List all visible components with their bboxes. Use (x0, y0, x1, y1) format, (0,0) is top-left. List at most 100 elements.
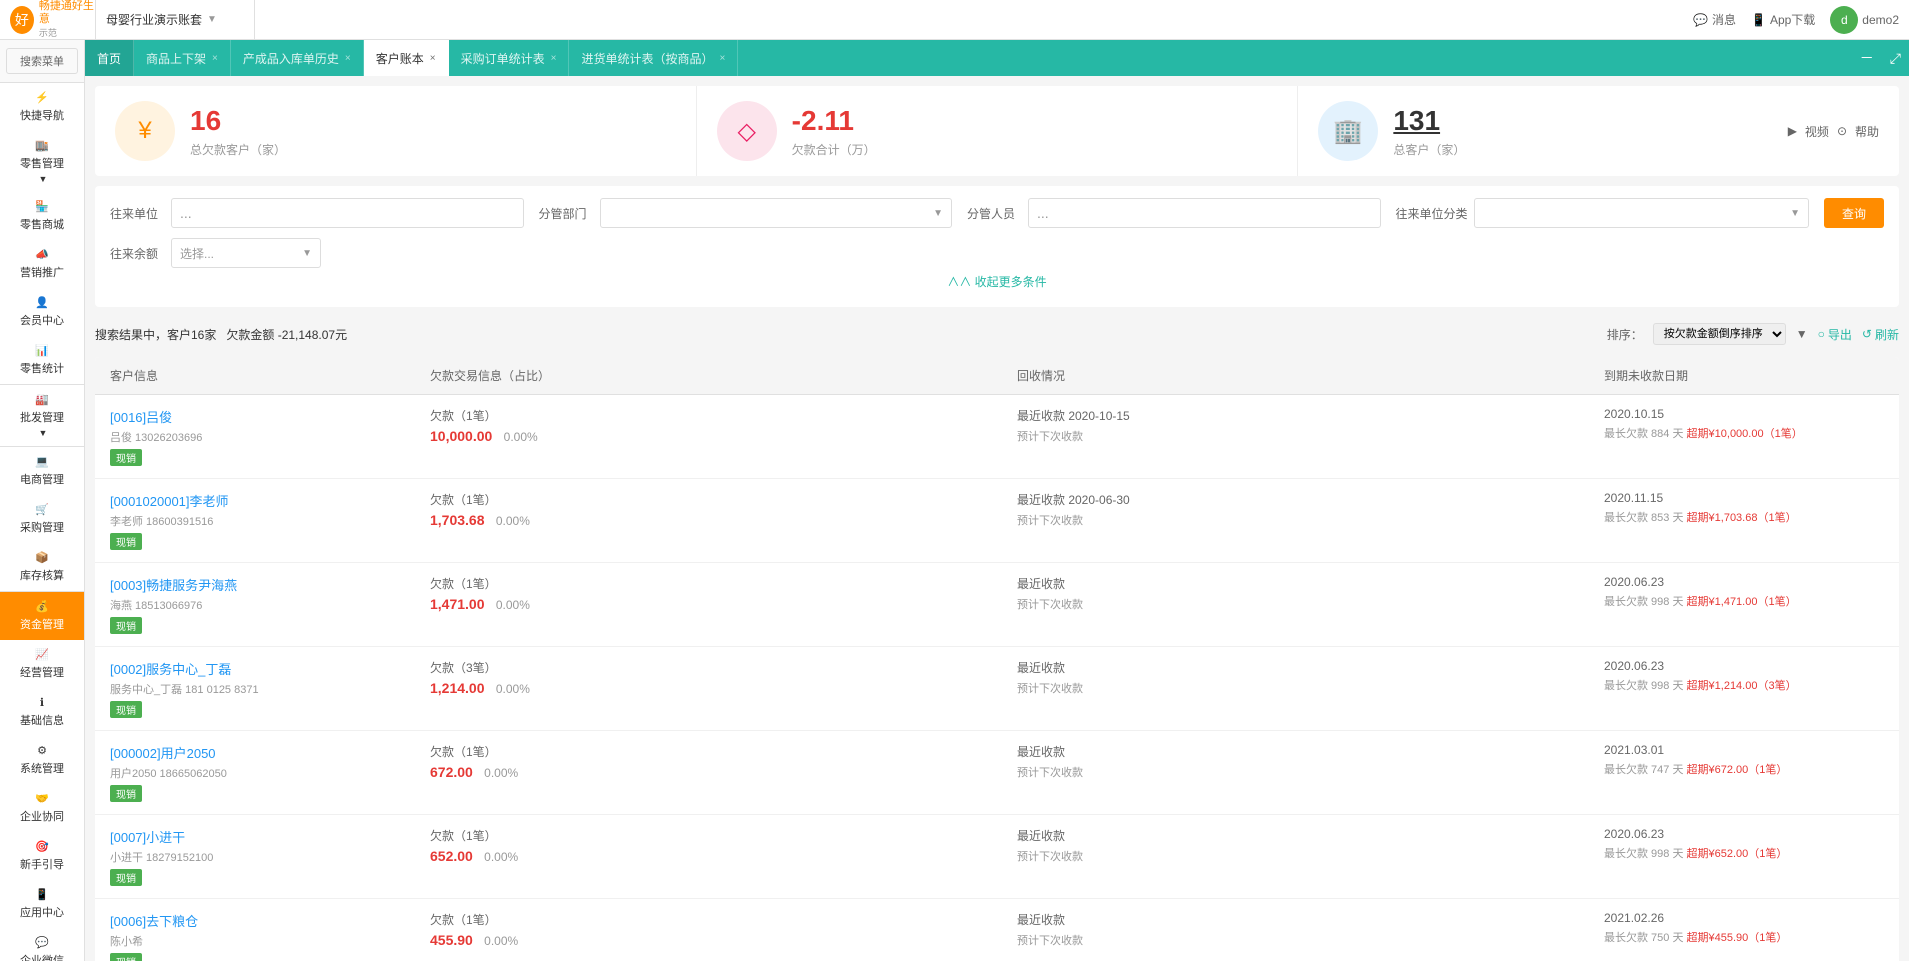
tab-product-offshelf-close-icon[interactable]: × (212, 53, 218, 64)
sidebar-item-system[interactable]: ⚙ 系统管理 (0, 736, 84, 784)
tab-customer-account-close-icon[interactable]: × (430, 53, 436, 64)
sidebar-item-retail-stats[interactable]: 📊 零售统计 (0, 336, 84, 384)
page-content: ¥ 16 总欠款客户（家） ◇ -2.11 欠款合计（万） (85, 76, 1909, 961)
export-button[interactable]: ○ 导出 (1818, 326, 1852, 343)
debt-info-cell: 欠款（1笔） 1,703.68 0.00% (430, 491, 1017, 528)
person-input[interactable]: ... (1028, 198, 1381, 228)
tab-customer-account[interactable]: 客户账本 × (364, 40, 449, 76)
sidebar-section-ecommerce: 💻 电商管理 🛒 采购管理 📦 库存核算 (0, 447, 84, 592)
customer-name-link[interactable]: [0003]畅捷服务尹海燕 (110, 575, 430, 594)
collection-cell: 最近收款 预计下次收款 (1017, 827, 1604, 864)
sidebar-item-purchase[interactable]: 🛒 采购管理 (0, 495, 84, 543)
th-debt: 欠款交易信息（占比） (430, 367, 1017, 384)
debt-count: 欠款（1笔） (430, 743, 1017, 760)
debt-count: 欠款（3笔） (430, 659, 1017, 676)
debt-amount-icon: ◇ (717, 101, 777, 161)
overdue-amount-link[interactable]: 超期¥1,703.68（1笔） (1687, 512, 1797, 524)
top-right-area: 💬 消息 📱 App下载 d demo2 (1693, 6, 1899, 34)
overdue-days: 最长欠款 747 天 超期¥672.00（1笔） (1604, 761, 1884, 777)
unit-type-select[interactable]: ▼ (1474, 198, 1809, 228)
sidebar-item-business[interactable]: 📈 经营管理 (0, 640, 84, 688)
message-button[interactable]: 💬 消息 (1693, 11, 1736, 28)
overdue-amount-link[interactable]: 超期¥455.90（1笔） (1687, 932, 1788, 944)
dept-label: 分管部门 (539, 205, 594, 222)
debt-percent: 0.00% (484, 934, 518, 948)
overdue-amount-link[interactable]: 超期¥652.00（1笔） (1687, 848, 1788, 860)
sidebar-item-batch-mgmt[interactable]: 🏭 批发管理 ▼ (0, 385, 84, 446)
tab-product-inbound[interactable]: 产成品入库单历史 × (231, 40, 364, 76)
balance-select[interactable]: 选择... ▼ (171, 238, 321, 268)
customer-name-link[interactable]: [0007]小进干 (110, 827, 430, 846)
app-download-button[interactable]: 📱 App下载 (1751, 11, 1815, 28)
overdue-days: 最长欠款 998 天 超期¥1,471.00（1笔） (1604, 593, 1884, 609)
sidebar-item-app-center[interactable]: 📱 应用中心 (0, 880, 84, 928)
overdue-amount-link[interactable]: 超期¥672.00（1笔） (1687, 764, 1788, 776)
sidebar-item-newbie[interactable]: 🎯 新手引导 (0, 832, 84, 880)
debt-count: 欠款（1笔） (430, 407, 1017, 424)
sidebar-item-inventory[interactable]: 📦 库存核算 (0, 543, 84, 591)
tab-inbound-stats[interactable]: 进货单统计表（按商品） × (569, 40, 738, 76)
sort-select[interactable]: 按欠款金额倒序排序 (1653, 323, 1786, 345)
sidebar-item-ecommerce[interactable]: 💻 电商管理 (0, 447, 84, 495)
table-row: [0003]畅捷服务尹海燕 海燕 18513066976 现销 欠款（1笔） 1… (95, 563, 1899, 647)
customer-name-link[interactable]: [0006]去下粮仓 (110, 911, 430, 930)
sidebar-item-retail-mgmt[interactable]: 🏬 零售管理 ▼ (0, 131, 84, 192)
debt-count: 欠款（1笔） (430, 911, 1017, 928)
debt-info-cell: 欠款（1笔） 672.00 0.00% (430, 743, 1017, 780)
store-selector[interactable]: 母婴行业演示账套 ▼ (95, 0, 255, 39)
collapse-row[interactable]: ∧∧ 收起更多条件 (110, 268, 1884, 295)
search-button[interactable]: 查询 (1824, 198, 1884, 228)
sidebar-item-basic-info[interactable]: ℹ 基础信息 (0, 688, 84, 736)
debt-info-cell: 欠款（1笔） 1,471.00 0.00% (430, 575, 1017, 612)
th-customer: 客户信息 (110, 367, 430, 384)
tab-inbound-stats-close-icon[interactable]: × (719, 53, 725, 64)
table-body: [0016]吕俊 吕俊 13026203696 现销 欠款（1笔） 10,000… (95, 395, 1899, 961)
sidebar-search-button[interactable]: 搜索菜单 (6, 48, 78, 74)
overdue-date: 2020.11.15 (1604, 491, 1884, 505)
tab-product-inbound-close-icon[interactable]: × (345, 53, 351, 64)
overdue-amount-link[interactable]: 超期¥1,471.00（1笔） (1687, 596, 1797, 608)
customer-name-link[interactable]: [0001020001]李老师 (110, 491, 430, 510)
tab-purchase-order[interactable]: 采购订单统计表 × (449, 40, 570, 76)
status-badge: 现销 (110, 449, 142, 466)
tab-home[interactable]: 首页 (85, 40, 134, 76)
sidebar-item-finance[interactable]: 💰 资金管理 (0, 592, 84, 640)
logo-text: 畅捷通好生意 (39, 0, 95, 26)
sidebar-item-retail-mall[interactable]: 🏪 零售商城 (0, 192, 84, 240)
collapse-icon: ∧∧ (947, 275, 971, 289)
view-label[interactable]: 视频 (1805, 123, 1829, 140)
customer-name-link[interactable]: [0002]服务中心_丁磊 (110, 659, 430, 678)
tab-purchase-order-close-icon[interactable]: × (551, 53, 557, 64)
overdue-amount-link[interactable]: 超期¥1,214.00（3笔） (1687, 680, 1797, 692)
tab-minimize-button[interactable]: － (1852, 48, 1882, 68)
tab-product-offshelf[interactable]: 商品上下架 × (134, 40, 231, 76)
sidebar-item-marketing[interactable]: 📣 营销推广 (0, 240, 84, 288)
collection-next: 预计下次收款 (1017, 512, 1604, 528)
debt-info-cell: 欠款（1笔） 455.90 0.00% (430, 911, 1017, 948)
table-row: [0007]小进干 小进干 18279152100 现销 欠款（1笔） 652.… (95, 815, 1899, 899)
sidebar-item-member[interactable]: 👤 会员中心 (0, 288, 84, 336)
user-profile[interactable]: d demo2 (1830, 6, 1899, 34)
overdue-amount-link[interactable]: 超期¥10,000.00（1笔） (1687, 428, 1803, 440)
debt-row: 1,471.00 0.00% (430, 596, 1017, 612)
customer-name-link[interactable]: [0016]吕俊 (110, 407, 430, 426)
sidebar-item-enterprise-wx[interactable]: 💬 企业微信 (0, 928, 84, 961)
results-bar: 搜索结果中，客户16家 欠款金额 -21,148.07元 排序： 按欠款金额倒序… (95, 317, 1899, 351)
help-label[interactable]: 帮助 (1855, 123, 1879, 140)
from-unit-input[interactable]: ... (171, 198, 524, 228)
table-row: [0016]吕俊 吕俊 13026203696 现销 欠款（1笔） 10,000… (95, 395, 1899, 479)
debt-amount: 1,471.00 (430, 596, 485, 612)
sidebar-item-enterprise[interactable]: 🤝 企业协同 (0, 784, 84, 832)
customer-name-link[interactable]: [000002]用户2050 (110, 743, 430, 762)
member-icon: 👤 (35, 296, 49, 309)
ecommerce-icon: 💻 (35, 455, 49, 468)
tab-maximize-button[interactable]: ⤢ (1882, 50, 1909, 67)
customer-info-cell: [0001020001]李老师 李老师 18600391516 现销 (110, 491, 430, 550)
sidebar-search-area: 搜索菜单 (0, 40, 84, 83)
customer-info-cell: [0006]去下粮仓 陈小希 现销 (110, 911, 430, 961)
balance-chevron-icon: ▼ (302, 248, 312, 259)
dept-select[interactable]: ▼ (600, 198, 953, 228)
refresh-button[interactable]: ↺ 刷新 (1862, 326, 1899, 343)
export-icon: ○ (1818, 327, 1825, 341)
balance-label: 往来余额 (110, 245, 165, 262)
